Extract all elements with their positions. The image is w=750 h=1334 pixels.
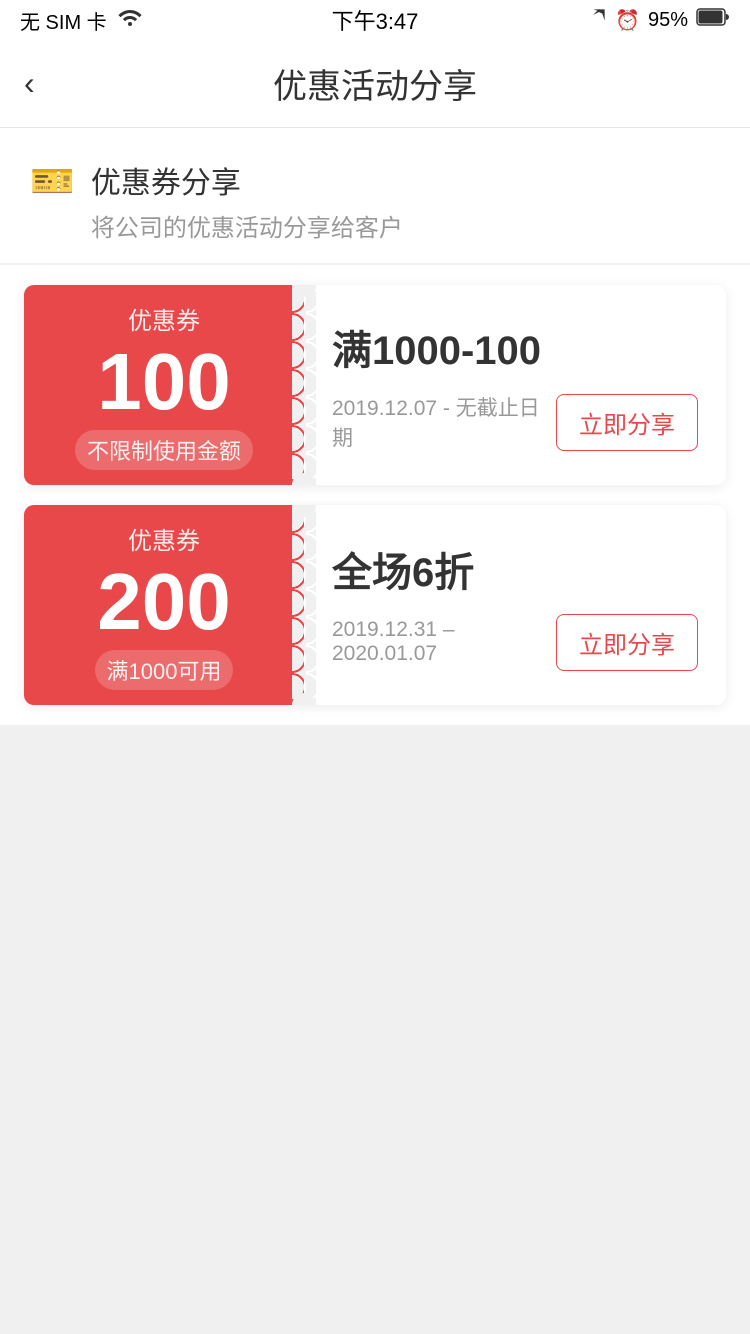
coupon-amount-1: 100 (97, 342, 230, 422)
coupon-card-1: 优惠券 100 不限制使用金额 满1000-100 2019.12.07 - 无… (24, 285, 726, 485)
coupon-label-1: 优惠券 (128, 301, 200, 336)
wifi-icon (117, 7, 143, 33)
coupon-name-1: 满1000-100 (332, 318, 698, 376)
coupon-date-1: 2019.12.07 - 无截止日期 (332, 392, 556, 452)
share-button-2[interactable]: 立即分享 (556, 614, 698, 671)
share-button-1[interactable]: 立即分享 (556, 394, 698, 451)
section-title: 优惠券分享 (91, 158, 403, 202)
coupon-date-2: 2019.12.31 – 2020.01.07 (332, 618, 556, 666)
status-left: 无 SIM 卡 (20, 6, 143, 35)
bottom-area (0, 725, 750, 1325)
status-time: 下午3:47 (332, 4, 419, 36)
coupon-left-2: 优惠券 200 满1000可用 (24, 505, 304, 705)
coupon-name-2: 全场6折 (332, 540, 698, 598)
coupon-bottom-2: 2019.12.31 – 2020.01.07 立即分享 (332, 614, 698, 671)
coupon-bottom-1: 2019.12.07 - 无截止日期 立即分享 (332, 392, 698, 452)
status-bar: 无 SIM 卡 下午3:47 ⏰ 95% (0, 0, 750, 40)
location-icon (591, 7, 607, 33)
coupon-card-2: 优惠券 200 满1000可用 全场6折 2019.12.31 – 2020.0… (24, 505, 726, 705)
coupon-list: 优惠券 100 不限制使用金额 满1000-100 2019.12.07 - 无… (0, 265, 750, 725)
alarm-icon: ⏰ (615, 8, 640, 33)
status-right: ⏰ 95% (591, 7, 730, 33)
coupon-right-1: 满1000-100 2019.12.07 - 无截止日期 立即分享 (304, 285, 726, 485)
coupon-label-2: 优惠券 (128, 521, 200, 556)
battery-percent: 95% (648, 9, 688, 32)
coupon-icon: 🎫 (30, 160, 75, 202)
section-header: 🎫 优惠券分享 将公司的优惠活动分享给客户 (0, 128, 750, 263)
coupon-amount-2: 200 (97, 562, 230, 642)
battery-icon (696, 8, 730, 32)
section-text: 优惠券分享 将公司的优惠活动分享给客户 (91, 158, 403, 243)
page-title: 优惠活动分享 (273, 59, 477, 108)
coupon-condition-2: 满1000可用 (95, 650, 234, 690)
coupon-condition-1: 不限制使用金额 (75, 430, 253, 470)
nav-bar: ‹ 优惠活动分享 (0, 40, 750, 128)
coupon-left-1: 优惠券 100 不限制使用金额 (24, 285, 304, 485)
coupon-right-2: 全场6折 2019.12.31 – 2020.01.07 立即分享 (304, 505, 726, 705)
carrier-text: 无 SIM 卡 (20, 6, 107, 35)
back-button[interactable]: ‹ (24, 65, 35, 102)
section-subtitle: 将公司的优惠活动分享给客户 (91, 208, 403, 243)
